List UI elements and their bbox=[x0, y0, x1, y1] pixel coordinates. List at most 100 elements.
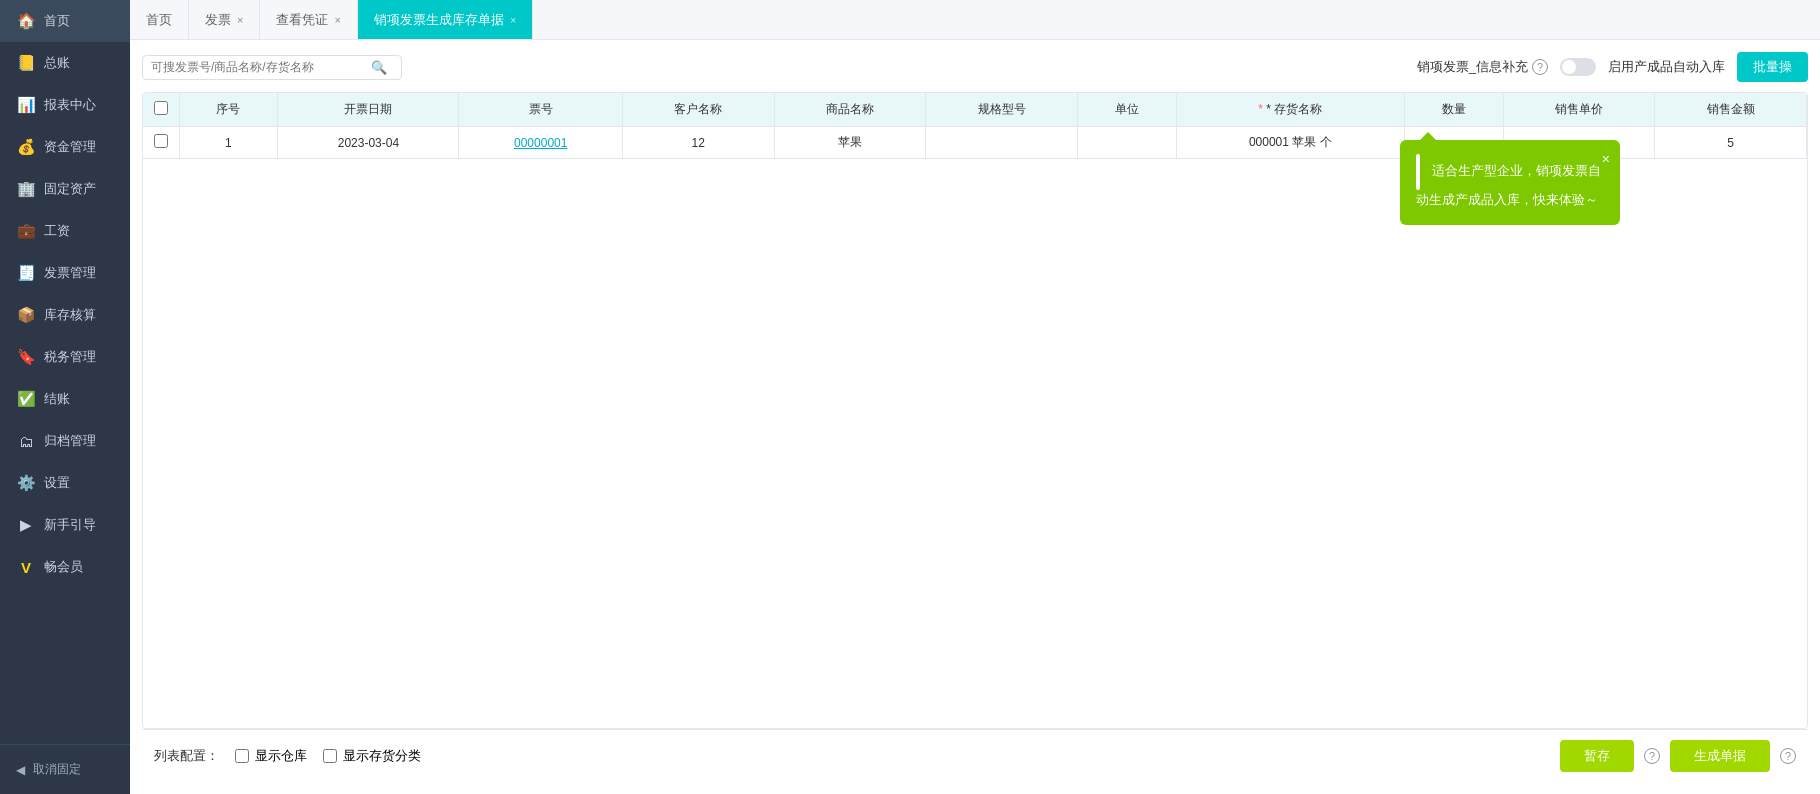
show-category-checkbox[interactable] bbox=[323, 749, 337, 763]
show-category-label: 显示存货分类 bbox=[343, 747, 421, 765]
tab-invoice-label: 发票 bbox=[205, 11, 231, 29]
search-input[interactable] bbox=[151, 60, 371, 74]
cancel-fixed-label: 取消固定 bbox=[33, 761, 81, 778]
row-seq: 1 bbox=[179, 127, 278, 159]
closing-icon: ✅ bbox=[16, 390, 36, 408]
sidebar-item-guide[interactable]: ▶ 新手引导 bbox=[0, 504, 130, 546]
col-customer: 客户名称 bbox=[622, 93, 774, 127]
col-inventory: * * 存货名称 bbox=[1176, 93, 1404, 127]
sidebar-item-invoice[interactable]: 🧾 发票管理 bbox=[0, 252, 130, 294]
row-product-name: 苹果 bbox=[774, 127, 926, 159]
cancel-fixed-button[interactable]: ◀ 取消固定 bbox=[0, 753, 130, 786]
sidebar-item-report[interactable]: 📊 报表中心 bbox=[0, 84, 130, 126]
col-product-name: 商品名称 bbox=[774, 93, 926, 127]
show-warehouse-group: 显示仓库 bbox=[235, 747, 307, 765]
archive-icon: 🗂 bbox=[16, 433, 36, 450]
generate-button[interactable]: 生成单据 bbox=[1670, 740, 1770, 772]
sidebar-item-settings[interactable]: ⚙️ 设置 bbox=[0, 462, 130, 504]
tab-home-label: 首页 bbox=[146, 11, 172, 29]
sidebar-label-ledger: 总账 bbox=[44, 54, 70, 72]
sidebar-label-closing: 结账 bbox=[44, 390, 70, 408]
sidebar-label-payroll: 工资 bbox=[44, 222, 70, 240]
col-spec: 规格型号 bbox=[926, 93, 1078, 127]
sidebar-item-asset[interactable]: 🏢 固定资产 bbox=[0, 168, 130, 210]
tab-voucher-label: 查看凭证 bbox=[276, 11, 328, 29]
tab-voucher[interactable]: 查看凭证 × bbox=[260, 0, 357, 39]
save-help-icon[interactable]: ? bbox=[1644, 748, 1660, 764]
row-checkbox[interactable] bbox=[154, 134, 168, 148]
cancel-fixed-icon: ◀ bbox=[16, 763, 25, 777]
sidebar-label-inventory: 库存核算 bbox=[44, 306, 96, 324]
col-seq: 序号 bbox=[179, 93, 278, 127]
tooltip-popup: × 适合生产型企业，销项发票自动生成产成品入库，快来体验～ bbox=[1400, 140, 1620, 225]
sidebar-item-home[interactable]: 🏠 首页 bbox=[0, 0, 130, 42]
tab-voucher-close[interactable]: × bbox=[334, 14, 340, 26]
tab-bar: 首页 发票 × 查看凭证 × 销项发票生成库存单据 × bbox=[130, 0, 1820, 40]
search-box[interactable]: 🔍 bbox=[142, 55, 402, 80]
sidebar-item-archive[interactable]: 🗂 归档管理 bbox=[0, 420, 130, 462]
info-label: 销项发票_信息补充 ? bbox=[1417, 58, 1548, 76]
row-inventory: 000001 苹果 个 bbox=[1176, 127, 1404, 159]
tab-home[interactable]: 首页 bbox=[130, 0, 189, 39]
enable-auto-label: 启用产成品自动入库 bbox=[1608, 58, 1725, 76]
batch-button[interactable]: 批量操 bbox=[1737, 52, 1808, 82]
row-date: 2023-03-04 bbox=[278, 127, 459, 159]
tax-icon: 🔖 bbox=[16, 348, 36, 366]
fund-icon: 💰 bbox=[16, 138, 36, 156]
tooltip-close-button[interactable]: × bbox=[1602, 148, 1610, 170]
tab-active-label: 销项发票生成库存单据 bbox=[374, 11, 504, 29]
sidebar-label-vip: 畅会员 bbox=[44, 558, 83, 576]
bottom-actions: 暂存 ? 生成单据 ? bbox=[1560, 740, 1796, 772]
search-icon: 🔍 bbox=[371, 60, 387, 75]
list-config-label: 列表配置： bbox=[154, 747, 219, 765]
tab-active[interactable]: 销项发票生成库存单据 × bbox=[358, 0, 533, 39]
select-all-checkbox[interactable] bbox=[154, 101, 168, 115]
tab-active-close[interactable]: × bbox=[510, 14, 516, 26]
row-checkbox-cell bbox=[143, 127, 179, 159]
toolbar: 🔍 销项发票_信息补充 ? 启用产成品自动入库 批量操 bbox=[142, 52, 1808, 82]
col-ticket-no: 票号 bbox=[459, 93, 622, 127]
sidebar-item-closing[interactable]: ✅ 结账 bbox=[0, 378, 130, 420]
sidebar-item-tax[interactable]: 🔖 税务管理 bbox=[0, 336, 130, 378]
tab-invoice[interactable]: 发票 × bbox=[189, 0, 260, 39]
sidebar-item-payroll[interactable]: 💼 工资 bbox=[0, 210, 130, 252]
sidebar-label-archive: 归档管理 bbox=[44, 432, 96, 450]
invoice-icon: 🧾 bbox=[16, 264, 36, 282]
show-category-group: 显示存货分类 bbox=[323, 747, 421, 765]
settings-icon: ⚙️ bbox=[16, 474, 36, 492]
tab-invoice-close[interactable]: × bbox=[237, 14, 243, 26]
sidebar-item-vip[interactable]: V 畅会员 bbox=[0, 546, 130, 588]
payroll-icon: 💼 bbox=[16, 222, 36, 240]
report-icon: 📊 bbox=[16, 96, 36, 114]
col-amount: 销售金额 bbox=[1655, 93, 1807, 127]
col-price: 销售单价 bbox=[1503, 93, 1655, 127]
sidebar-label-home: 首页 bbox=[44, 12, 70, 30]
ledger-icon: 📒 bbox=[16, 54, 36, 72]
table-header-row: 序号 开票日期 票号 客户名称 商品名称 规格型号 单位 * * 存货名称 数量… bbox=[143, 93, 1807, 127]
sidebar-item-fund[interactable]: 💰 资金管理 bbox=[0, 126, 130, 168]
asset-icon: 🏢 bbox=[16, 180, 36, 198]
row-ticket-no[interactable]: 00000001 bbox=[459, 127, 622, 159]
tooltip-indicator bbox=[1416, 154, 1420, 190]
page-content: 🔍 销项发票_信息补充 ? 启用产成品自动入库 批量操 bbox=[130, 40, 1820, 794]
show-warehouse-checkbox[interactable] bbox=[235, 749, 249, 763]
vip-icon: V bbox=[16, 559, 36, 576]
auto-import-toggle[interactable] bbox=[1560, 58, 1596, 76]
save-button[interactable]: 暂存 bbox=[1560, 740, 1634, 772]
bottom-bar: 列表配置： 显示仓库 显示存货分类 暂存 ? 生成单据 ? bbox=[142, 729, 1808, 782]
row-customer: 12 bbox=[622, 127, 774, 159]
home-icon: 🏠 bbox=[16, 12, 36, 30]
col-unit: 单位 bbox=[1077, 93, 1176, 127]
generate-help-icon[interactable]: ? bbox=[1780, 748, 1796, 764]
sidebar-item-ledger[interactable]: 📒 总账 bbox=[0, 42, 130, 84]
guide-icon: ▶ bbox=[16, 516, 36, 534]
row-amount: 5 bbox=[1655, 127, 1807, 159]
sidebar-item-inventory[interactable]: 📦 库存核算 bbox=[0, 294, 130, 336]
info-help-icon[interactable]: ? bbox=[1532, 59, 1548, 75]
sidebar-label-asset: 固定资产 bbox=[44, 180, 96, 198]
sidebar-label-guide: 新手引导 bbox=[44, 516, 96, 534]
row-unit bbox=[1077, 127, 1176, 159]
sidebar-label-fund: 资金管理 bbox=[44, 138, 96, 156]
tooltip-text: 适合生产型企业，销项发票自动生成产成品入库，快来体验～ bbox=[1416, 163, 1601, 207]
sidebar-label-tax: 税务管理 bbox=[44, 348, 96, 366]
